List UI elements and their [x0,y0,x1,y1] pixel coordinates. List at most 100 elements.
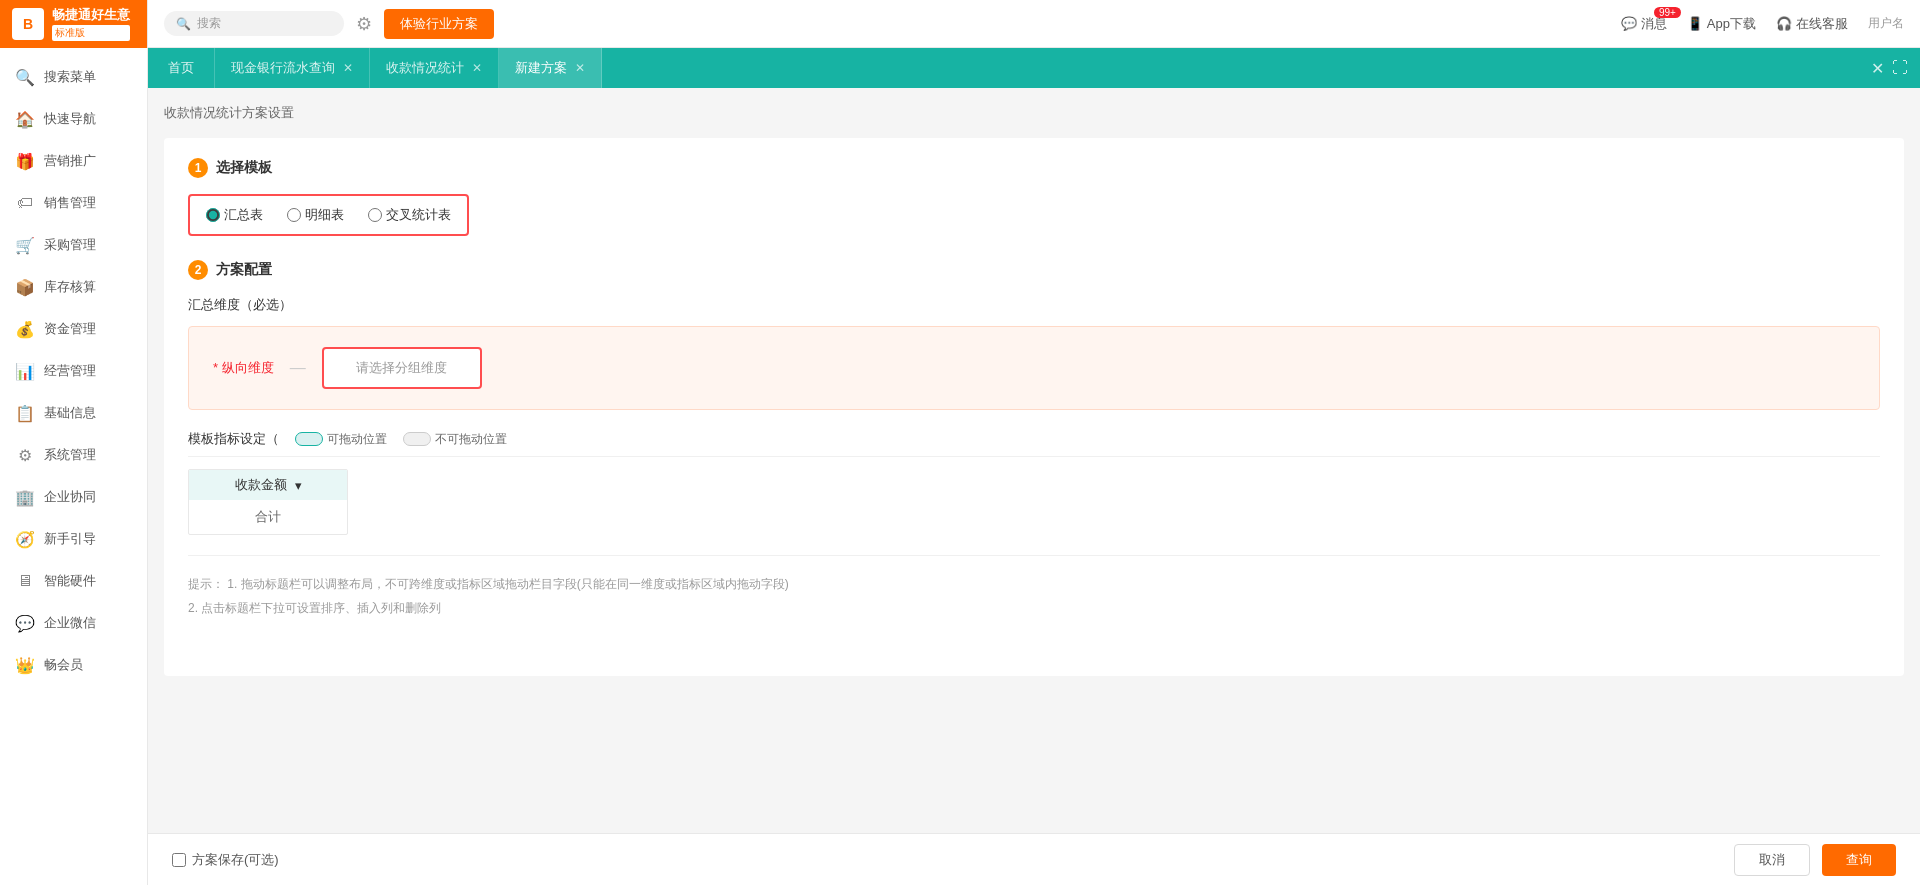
header-right: 💬 消息 99+ 📱 App下载 🎧 在线客服 用户名 [1621,15,1904,33]
sidebar-item-finance[interactable]: 💰 资金管理 [0,308,147,350]
stats-body-label: 合计 [255,509,281,524]
sidebar-item-inventory[interactable]: 📦 库存核算 [0,266,147,308]
indicator-title: 模板指标设定（ [188,430,279,448]
sidebar-item-purchase[interactable]: 🛒 采购管理 [0,224,147,266]
message-icon: 💬 [1621,16,1637,31]
hardware-icon: 🖥 [16,572,34,590]
settings-icon[interactable]: ⚙ [356,13,372,35]
radio-summary[interactable]: 汇总表 [206,206,263,224]
tab-close-bank-flow[interactable]: ✕ [343,61,353,75]
fixed-dot [403,432,431,446]
tab-bank-flow[interactable]: 现金银行流水查询 ✕ [215,48,370,88]
stats-dropdown-icon[interactable]: ▾ [295,478,302,493]
radio-detail-label: 明细表 [305,206,344,224]
sidebar-item-system[interactable]: ⚙ 系统管理 [0,434,147,476]
bank-flow-tab-label: 现金银行流水查询 [231,59,335,77]
service-icon: 🎧 [1776,16,1792,31]
chart-icon: 📊 [16,362,34,380]
sidebar-item-label: 经营管理 [44,362,96,380]
search-box[interactable]: 🔍 搜索 [164,11,344,36]
radio-cross-label: 交叉统计表 [386,206,451,224]
sidebar-item-label: 采购管理 [44,236,96,254]
step2-header: 2 方案配置 [188,260,1880,280]
cart-icon: 🛒 [16,236,34,254]
sidebar-item-search-menu[interactable]: 🔍 搜索菜单 [0,56,147,98]
settings-card: 1 选择模板 汇总表 明细表 交叉统计表 2 [164,138,1904,676]
radio-summary-label: 汇总表 [224,206,263,224]
message-button[interactable]: 💬 消息 99+ [1621,15,1667,33]
stats-body: 合计 [189,500,347,534]
step1-title: 选择模板 [216,159,272,177]
sidebar-item-wechat[interactable]: 💬 企业微信 [0,602,147,644]
radio-cross[interactable]: 交叉统计表 [368,206,451,224]
tip-line1: 提示： 1. 拖动标题栏可以调整布局，不可跨维度或指标区域拖动栏目字段(只能在同… [188,572,1880,596]
tip-line2: 2. 点击标题栏下拉可设置排序、插入列和删除列 [188,596,1880,620]
save-checkbox[interactable] [172,853,186,867]
sidebar-item-guide[interactable]: 🧭 新手引导 [0,518,147,560]
dimension-arrow: — [290,359,306,377]
step1-header: 1 选择模板 [188,158,1880,178]
list-icon: 📋 [16,404,34,422]
breadcrumb: 收款情况统计方案设置 [164,104,1904,122]
step2-section: 2 方案配置 汇总维度（必选） * 纵向维度 — 请选择分组维度 [188,260,1880,620]
logo-text: 畅捷通好生意 [52,7,130,23]
sidebar-item-label: 库存核算 [44,278,96,296]
gear-icon: ⚙ [16,446,34,464]
sidebar-item-label: 基础信息 [44,404,96,422]
tab-collection-stats[interactable]: 收款情况统计 ✕ [370,48,499,88]
sidebar-nav: 🔍 搜索菜单 🏠 快速导航 🎁 营销推广 🏷 销售管理 🛒 采购管理 📦 库存核… [0,48,147,885]
tab-new-plan[interactable]: 新建方案 ✕ [499,48,602,88]
box-icon: 📦 [16,278,34,296]
tab-close-collection-stats[interactable]: ✕ [472,61,482,75]
sidebar-logo: B 畅捷通好生意 标准版 [0,0,147,48]
stats-header: 收款金额 ▾ [189,470,347,500]
radio-summary-input[interactable] [206,208,220,222]
sidebar-item-label: 搜索菜单 [44,68,96,86]
tab-close-all-icon[interactable]: ✕ [1871,59,1884,78]
sidebar-item-enterprise[interactable]: 🏢 企业协同 [0,476,147,518]
step2-number: 2 [188,260,208,280]
step1-number: 1 [188,158,208,178]
sidebar-item-label: 新手引导 [44,530,96,548]
sidebar-item-hardware[interactable]: 🖥 智能硬件 [0,560,147,602]
config-section: 汇总维度（必选） * 纵向维度 — 请选择分组维度 模板指标设定（ [188,296,1880,620]
dimension-title: 汇总维度（必选） [188,296,1880,314]
main-content: 收款情况统计方案设置 1 选择模板 汇总表 明细表 交叉统计表 [148,88,1920,885]
radio-detail-input[interactable] [287,208,301,222]
logo-text-block: 畅捷通好生意 标准版 [52,7,130,41]
sidebar-item-label: 企业微信 [44,614,96,632]
sidebar-item-marketing[interactable]: 🎁 营销推广 [0,140,147,182]
sidebar-item-member[interactable]: 👑 畅会员 [0,644,147,686]
logo-badge: 标准版 [52,25,130,41]
sidebar-item-quick-nav[interactable]: 🏠 快速导航 [0,98,147,140]
tab-maximize-icon[interactable]: ⛶ [1892,59,1908,77]
search-menu-icon: 🔍 [16,68,34,86]
logo-icon: B [12,8,44,40]
stats-table: 收款金额 ▾ 合计 [188,469,348,535]
sidebar-item-label: 畅会员 [44,656,83,674]
step2-title: 方案配置 [216,261,272,279]
sidebar-item-operations[interactable]: 📊 经营管理 [0,350,147,392]
cancel-button[interactable]: 取消 [1734,844,1810,876]
indicator-title-text: 模板指标设定（ [188,431,279,446]
stats-header-label: 收款金额 [235,476,287,494]
step1-section: 1 选择模板 汇总表 明细表 交叉统计表 [188,158,1880,236]
sidebar-item-basic-info[interactable]: 📋 基础信息 [0,392,147,434]
radio-cross-input[interactable] [368,208,382,222]
sidebar-item-label: 营销推广 [44,152,96,170]
sidebar-item-label: 销售管理 [44,194,96,212]
search-placeholder: 搜索 [197,15,221,32]
dimension-placeholder[interactable]: 请选择分组维度 [322,347,482,389]
dimension-section: 汇总维度（必选） * 纵向维度 — 请选择分组维度 [188,296,1880,410]
wechat-icon: 💬 [16,614,34,632]
sidebar-item-sales[interactable]: 🏷 销售管理 [0,182,147,224]
query-button[interactable]: 查询 [1822,844,1896,876]
service-button[interactable]: 🎧 在线客服 [1776,15,1848,33]
new-plan-tab-label: 新建方案 [515,59,567,77]
trial-button[interactable]: 体验行业方案 [384,9,494,39]
radio-detail[interactable]: 明细表 [287,206,344,224]
header: 🔍 搜索 ⚙ 体验行业方案 💬 消息 99+ 📱 App下载 🎧 在线客服 用户… [148,0,1920,48]
app-download-button[interactable]: 📱 App下载 [1687,15,1756,33]
tab-home[interactable]: 首页 [148,48,215,88]
tab-close-new-plan[interactable]: ✕ [575,61,585,75]
